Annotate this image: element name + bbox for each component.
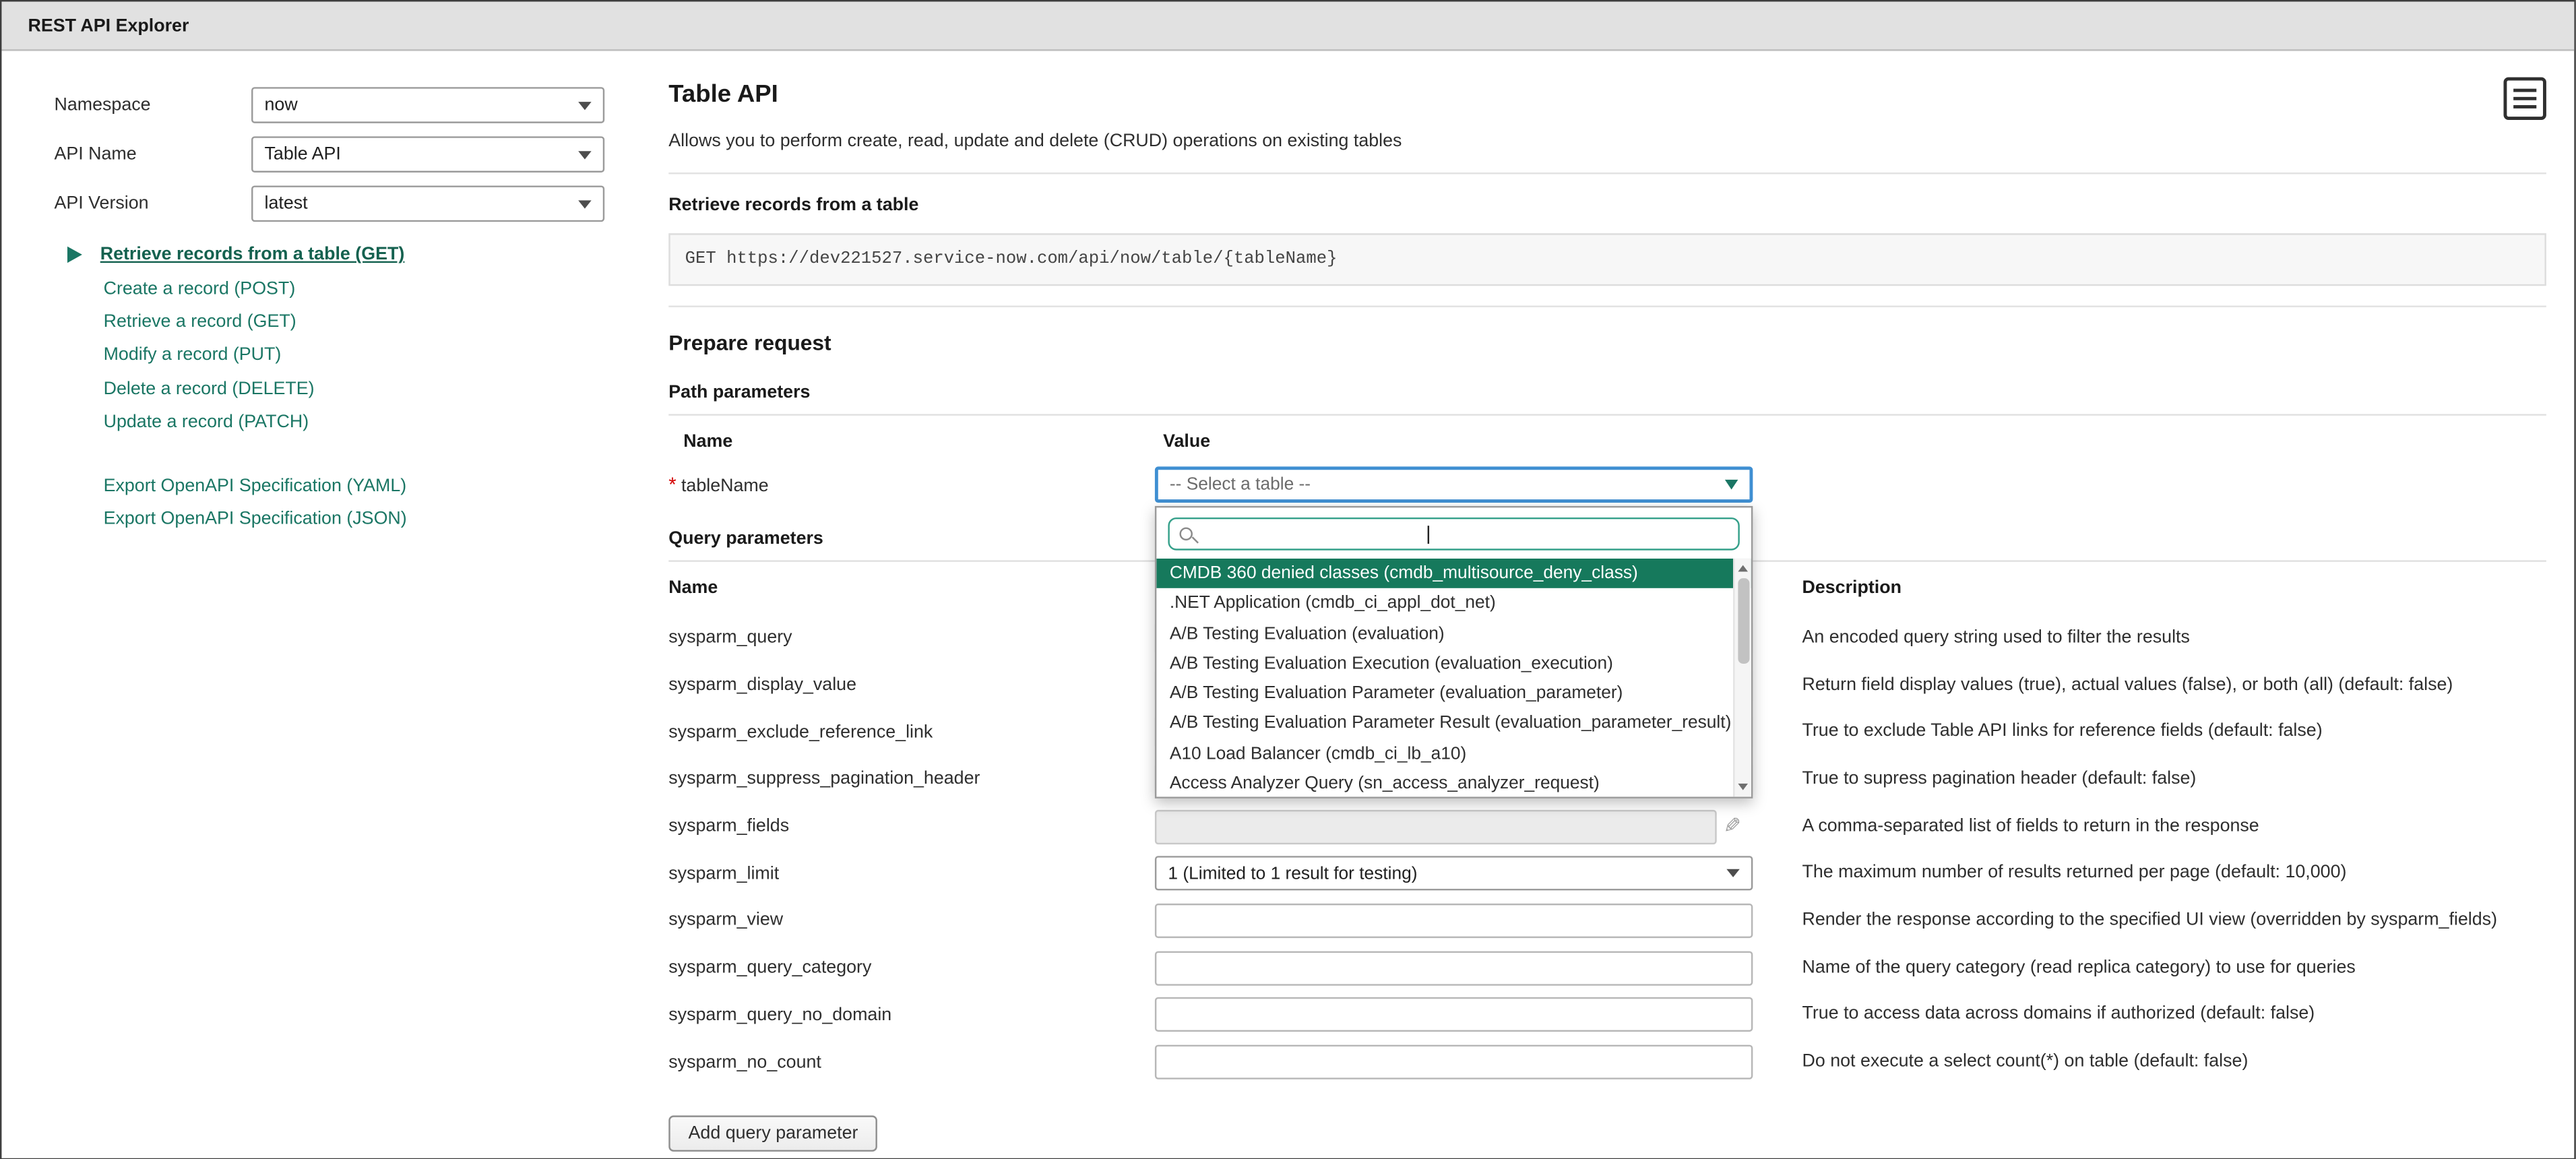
table-option[interactable]: A/B Testing Evaluation Execution (evalua… [1156,649,1751,679]
api-methods-nav: Retrieve records from a table (GET) Crea… [54,239,642,439]
table-search-input[interactable] [1197,521,1426,547]
page-title: Table API [668,77,778,114]
rest-api-explorer-window: REST API Explorer Namespace now API Name… [0,0,2576,1159]
namespace-label: Namespace [54,95,251,115]
play-icon [67,247,82,263]
query-col-name: Name [668,578,1155,598]
sidebar-item-retrieve-records-get[interactable]: Retrieve records from a table (GET) [100,245,405,265]
request-url: GET https://dev221527.service-now.com/ap… [668,233,2546,286]
main-panel: Table API Allows you to perform create, … [642,51,2574,1158]
query-param-row: sysparm_limit 1 (Limited to 1 result for… [668,850,2546,898]
sysparm-no-count-input[interactable] [1155,1045,1753,1079]
path-col-value: Value [1155,432,1753,451]
required-asterisk: * [668,473,676,496]
table-option[interactable]: A10 Load Balancer (cmdb_ci_lb_a10) [1156,739,1751,770]
chevron-down-icon [1725,480,1738,490]
query-param-row: sysparm_no_count Do not execute a select… [668,1038,2546,1086]
api-name-select[interactable]: Table API [251,136,604,173]
sidebar-item-retrieve-record-get[interactable]: Retrieve a record (GET) [104,312,296,332]
tablename-select-placeholder: -- Select a table -- [1170,475,1311,495]
app-title: REST API Explorer [28,15,189,35]
prepare-request-title: Prepare request [668,329,2546,358]
hamburger-icon [2513,89,2536,92]
dropdown-scrollbar[interactable] [1733,559,1751,797]
menu-button[interactable] [2504,77,2546,120]
path-col-name: Name [668,432,1155,451]
table-option[interactable]: A/B Testing Evaluation Parameter (evalua… [1156,679,1751,709]
query-param-row: sysparm_query_no_domain True to access d… [668,991,2546,1038]
table-option[interactable]: .NET Application (cmdb_ci_appl_dot_net) [1156,589,1751,619]
api-name-field: API Name Table API [54,130,642,179]
sidebar: Namespace now API Name Table API API Ver… [1,51,642,1158]
sidebar-item-delete-record-delete[interactable]: Delete a record (DELETE) [104,379,315,399]
api-version-select-value: latest [265,194,308,214]
chevron-down-icon [578,101,592,109]
text-cursor [1428,525,1429,543]
sysparm-limit-select[interactable]: 1 (Limited to 1 result for testing) [1155,856,1753,891]
chevron-down-icon [578,199,592,208]
sysparm-query-no-domain-input[interactable] [1155,998,1753,1032]
method-row-active: Retrieve records from a table (GET) [54,239,642,272]
scroll-up-icon[interactable] [1735,560,1751,576]
add-query-parameter-button[interactable]: Add query parameter [668,1115,877,1152]
scrollbar-thumb[interactable] [1737,578,1749,664]
table-option[interactable]: A/B Testing Evaluation Parameter Result … [1156,709,1751,739]
query-param-row: sysparm_query_category Name of the query… [668,944,2546,991]
table-option[interactable]: Access Analyzer Query (sn_access_analyze… [1156,769,1751,796]
path-param-name: tableName [681,476,769,496]
sysparm-fields-input [1155,809,1717,844]
sidebar-item-modify-record-put[interactable]: Modify a record (PUT) [104,346,282,365]
query-param-row: sysparm_fields ✎ A comma-separated list … [668,803,2546,850]
tablename-select[interactable]: -- Select a table -- [1155,466,1753,503]
table-options-list: CMDB 360 denied classes (cmdb_multisourc… [1156,559,1751,797]
export-openapi-json-link[interactable]: Export OpenAPI Specification (JSON) [104,509,407,529]
scroll-down-icon[interactable] [1735,779,1751,795]
sysparm-limit-value: 1 (Limited to 1 result for testing) [1168,864,1417,883]
table-option[interactable]: A/B Testing Evaluation (evaluation) [1156,619,1751,649]
path-parameters-heading: Path parameters [668,383,2546,416]
path-param-row: *tableName -- Select a table -- [668,465,2546,505]
api-name-label: API Name [54,145,251,164]
table-option[interactable]: CMDB 360 denied classes (cmdb_multisourc… [1156,559,1751,589]
api-version-select[interactable]: latest [251,185,604,222]
chevron-down-icon [578,150,592,158]
edit-pencil-icon[interactable]: ✎ [1723,813,1741,840]
api-version-label: API Version [54,194,251,214]
query-col-description: Description [1753,578,2546,598]
table-select-dropdown: CMDB 360 denied classes (cmdb_multisourc… [1155,506,1753,798]
query-param-row: sysparm_view Render the response accordi… [668,897,2546,944]
api-version-field: API Version latest [54,179,642,228]
api-name-select-value: Table API [265,145,341,164]
path-params-header-row: Name Value [668,429,2546,455]
endpoint-title: Retrieve records from a table [668,194,2546,217]
sysparm-view-input[interactable] [1155,904,1753,938]
export-openapi-yaml-link[interactable]: Export OpenAPI Specification (YAML) [104,476,407,495]
table-search-box [1168,518,1739,551]
namespace-select[interactable]: now [251,87,604,123]
chevron-down-icon [1726,869,1740,877]
app-header: REST API Explorer [1,1,2574,51]
sysparm-query-category-input[interactable] [1155,951,1753,985]
export-links: Export OpenAPI Specification (YAML) Expo… [54,469,642,536]
search-icon [1179,528,1193,541]
divider [668,305,2546,307]
sidebar-item-create-record-post[interactable]: Create a record (POST) [104,278,296,298]
divider [668,173,2546,174]
namespace-field: Namespace now [54,80,642,129]
api-description: Allows you to perform create, read, upda… [668,130,2546,153]
sidebar-item-update-record-patch[interactable]: Update a record (PATCH) [104,412,309,432]
namespace-select-value: now [265,95,298,115]
